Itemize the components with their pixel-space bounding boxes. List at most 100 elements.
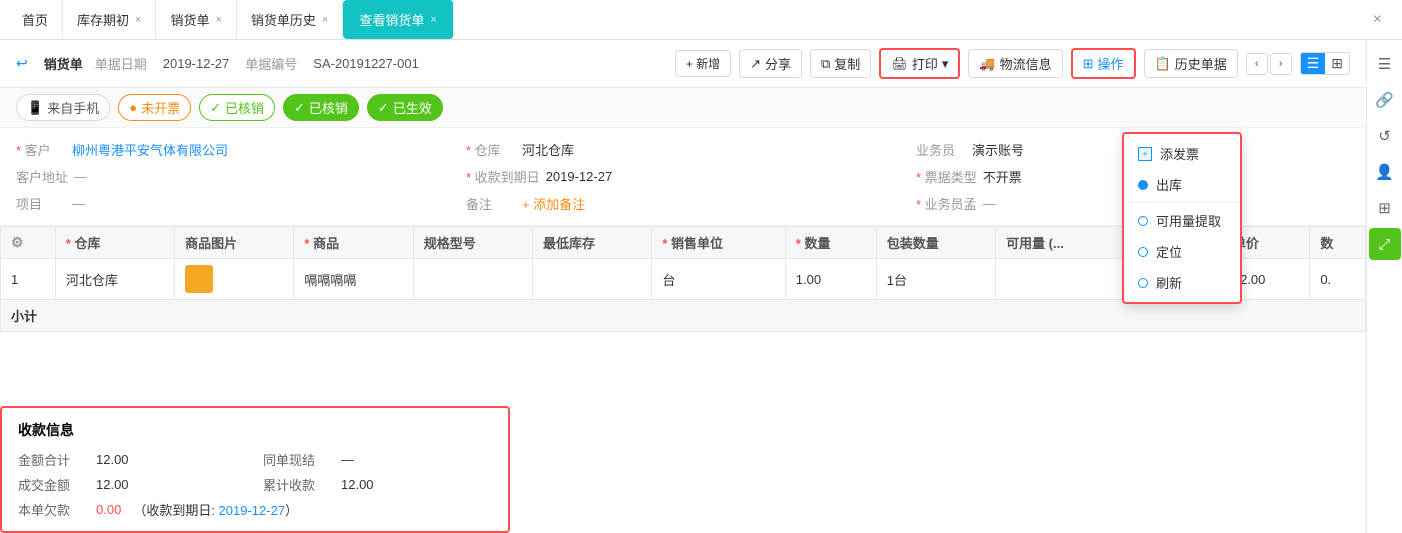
tab-home[interactable]: 首页 [8,0,63,39]
col-quantity: 数量 [785,227,876,259]
warehouse-label: 仓库 [466,140,516,159]
warehouse-value: 河北仓库 [522,140,574,159]
arrears-label: 本单欠款 [18,500,88,519]
from-phone-button[interactable]: 📱 来自手机 [16,94,110,121]
tab-inventory-close[interactable]: × [135,14,141,26]
collect-info-title: 收款信息 [18,420,492,440]
col-sales-unit: 销售单位 [652,227,785,259]
sidebar-expand-icon[interactable]: ⤢ [1369,228,1401,260]
effective-icon: ✓ [378,100,389,116]
sidebar-user-icon[interactable]: 👤 [1369,156,1401,188]
collect-info-grid: 金额合计 12.00 同单现结 — 成交金额 12.00 累计收款 12.00 … [18,450,492,519]
doc-header: ↩ 销货单 单据日期 2019-12-27 单据编号 SA-20191227-0… [0,40,1366,88]
refresh-icon [1138,278,1148,288]
row-img [175,259,294,300]
view-list-button[interactable]: ☰ [1301,53,1326,74]
payment-date-label: 收款到期日 [466,167,540,186]
row-product: 嗝嗝嗝嗝 [294,259,413,300]
sidebar-table-icon[interactable]: ⊞ [1369,192,1401,224]
share-button[interactable]: ↗ 分享 [739,49,802,78]
tab-bar: 首页 库存期初 × 销货单 × 销货单历史 × 查看销货单 × × [0,0,1402,40]
row-spec [413,259,532,300]
row-pack-qty: 1台 [876,259,995,300]
add-invoice-label: 添发票 [1160,144,1199,163]
doc-date-label: 单据日期 [95,54,147,73]
logistics-icon: 🚚 [979,56,995,72]
history-button[interactable]: 📋 历史单据 [1144,49,1238,78]
nav-prev-button[interactable]: ‹ [1246,53,1268,75]
arrears-note: （收款到期日: 2019-12-27） [133,500,298,519]
staff2-label: 业务员孟 [916,194,977,213]
warehouse-row: 仓库 河北仓库 [466,140,900,159]
verify-icon: ✓ [210,100,221,116]
tab-view-sales[interactable]: 查看销货单 × [343,0,453,39]
arrears-value: 0.00 [96,502,121,517]
dropdown-locate[interactable]: 定位 [1124,236,1240,267]
settings-icon[interactable]: ⚙ [11,234,24,250]
customer-row: 客户 柳州粤港平安气体有限公司 [16,140,450,159]
transaction-row: 成交金额 12.00 [18,475,247,494]
row-num: 1 [1,259,56,300]
locate-icon [1138,247,1148,257]
staff2-value: — [983,196,996,211]
toolbar: + 新增 ↗ 分享 ⧉ 复制 🖨 打印 ▾ 🚚 物流信息 [675,48,1350,79]
tab-sales-history[interactable]: 销货单历史 × [237,0,343,39]
invoice-status-button[interactable]: ● 未开票 [118,94,191,121]
tab-view-sales-close[interactable]: × [430,14,436,26]
ticket-type-value: 不开票 [983,167,1022,186]
cumulative-label: 累计收款 [263,475,333,494]
dropdown-refresh[interactable]: 刷新 [1124,267,1240,298]
operation-button[interactable]: ⊞ 操作 [1071,48,1136,79]
address-value: — [74,169,87,184]
customer-value[interactable]: 柳州粤港平安气体有限公司 [72,140,228,159]
dropdown-add-invoice[interactable]: + 添发票 [1124,138,1240,169]
sidebar-refresh-icon[interactable]: ↺ [1369,120,1401,152]
new-button[interactable]: + 新增 [675,50,731,77]
verified-icon: ✓ [294,100,305,116]
total-amount-value: 12.00 [96,452,129,467]
verify-status-button[interactable]: ✓ 已核销 [199,94,275,121]
dropdown-available-qty[interactable]: 可用量提取 [1124,205,1240,236]
doc-meta: 单据日期 2019-12-27 单据编号 SA-20191227-001 [95,54,419,73]
add-note-button[interactable]: + 添加备注 [522,194,585,213]
collect-info-box: 收款信息 金额合计 12.00 同单现结 — 成交金额 12.00 累计收款 1… [0,406,510,533]
dropdown-outbound[interactable]: 出库 [1124,169,1240,200]
print-button[interactable]: 🖨 打印 ▾ [879,48,960,79]
copy-button[interactable]: ⧉ 复制 [810,49,871,78]
tab-home-label: 首页 [22,10,48,29]
available-qty-label: 可用量提取 [1156,211,1221,230]
sidebar-list-icon[interactable]: ☰ [1369,48,1401,80]
tab-sales-order[interactable]: 销货单 × [156,0,236,39]
view-grid-button[interactable]: ⊞ [1325,53,1349,74]
payment-date-row: 收款到期日 2019-12-27 [466,167,900,186]
tab-inventory-init[interactable]: 库存期初 × [63,0,156,39]
print-icon: 🖨 [891,56,908,72]
operation-icon: ⊞ [1083,56,1094,72]
same-order-value: — [341,452,354,467]
row-warehouse: 河北仓库 [55,259,174,300]
phone-icon: 📱 [27,100,43,116]
arrears-date: 2019-12-27 [219,503,286,518]
same-order-label: 同单现结 [263,450,333,469]
effective-button[interactable]: ✓ 已生效 [367,94,443,121]
project-label: 项目 [16,194,66,213]
outbound-label: 出库 [1156,175,1182,194]
nav-next-button[interactable]: › [1270,53,1292,75]
row-sales-unit: 台 [652,259,785,300]
sidebar-link-icon[interactable]: 🔗 [1369,84,1401,116]
same-order-row: 同单现结 — [263,450,492,469]
project-row: 项目 — [16,194,450,213]
row-min-stock [533,259,652,300]
subtotal-label: 小计 [1,300,1366,332]
project-value: — [72,196,85,211]
tab-bar-close-button[interactable]: × [1361,11,1394,29]
address-row: 客户地址 — [16,167,450,186]
logistics-button[interactable]: 🚚 物流信息 [968,49,1062,78]
note-row: 备注 + 添加备注 [466,194,900,213]
tab-sales-order-close[interactable]: × [215,14,221,26]
verified-button[interactable]: ✓ 已核销 [283,94,359,121]
tab-sales-history-close[interactable]: × [322,14,328,26]
row-amount: 0. [1310,259,1366,300]
staff-label: 业务员 [916,140,966,159]
status-bar: 📱 来自手机 ● 未开票 ✓ 已核销 ✓ 已核销 ✓ 已生效 [0,88,1366,128]
